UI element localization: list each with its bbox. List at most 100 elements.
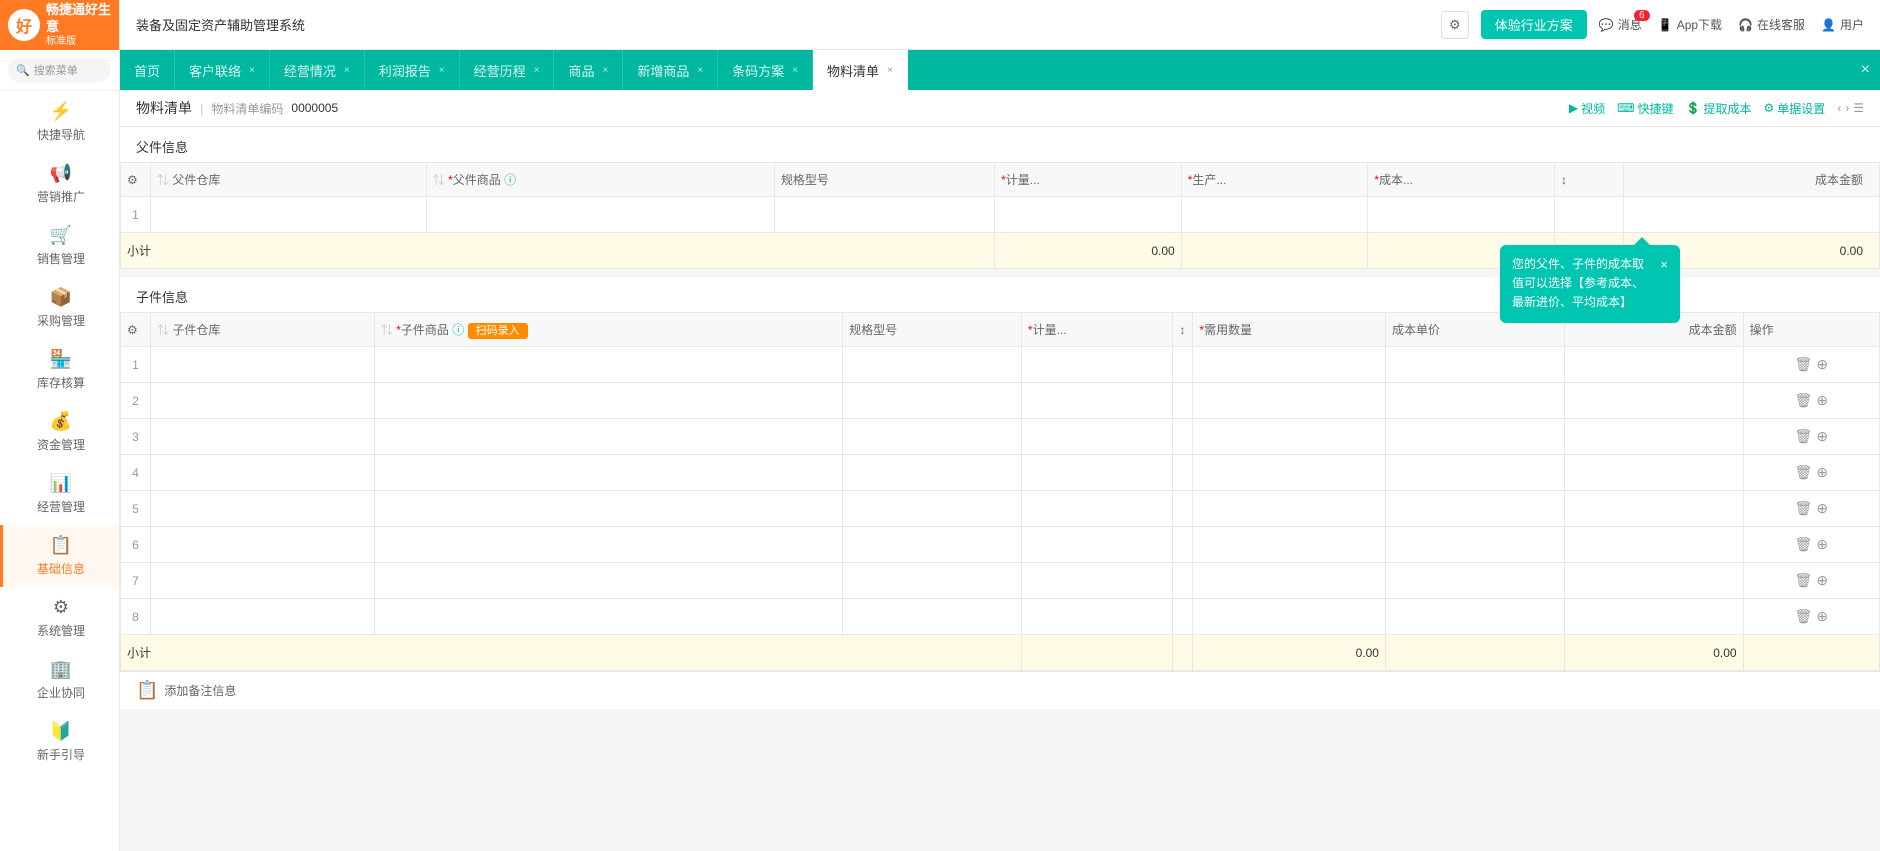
- close-all-tabs[interactable]: ×: [1851, 61, 1880, 79]
- child-product-1[interactable]: [374, 347, 842, 383]
- child-spec-2[interactable]: [843, 383, 1022, 419]
- sidebar-item-enterprise[interactable]: 🏢 企业协同: [0, 649, 119, 711]
- child-unit-6[interactable]: [1021, 527, 1172, 563]
- tab-profit[interactable]: 利润报告 ×: [365, 50, 460, 90]
- child-spec-7[interactable]: [843, 563, 1022, 599]
- tab-customers-close[interactable]: ×: [249, 65, 255, 76]
- tab-bom-close[interactable]: ×: [887, 65, 893, 76]
- child-unit-price-2[interactable]: [1385, 383, 1564, 419]
- child-unit-price-6[interactable]: [1385, 527, 1564, 563]
- cost-action[interactable]: 💲 提取成本: [1685, 100, 1751, 117]
- tab-operation[interactable]: 经营情况 ×: [270, 50, 365, 90]
- tab-history[interactable]: 经营历程 ×: [460, 50, 555, 90]
- online-service-action[interactable]: 🎧 在线客服: [1738, 16, 1805, 33]
- child-unit-2[interactable]: [1021, 383, 1172, 419]
- child-unit-price-5[interactable]: [1385, 491, 1564, 527]
- sidebar-item-system[interactable]: ⚙ 系统管理: [0, 587, 119, 649]
- tab-goods[interactable]: 商品 ×: [554, 50, 623, 90]
- child-spec-1[interactable]: [843, 347, 1022, 383]
- child-unit-8[interactable]: [1021, 599, 1172, 635]
- parent-product-1[interactable]: [426, 197, 774, 233]
- delete-icon-3[interactable]: 🗑: [1795, 428, 1813, 445]
- tab-goods-close[interactable]: ×: [602, 65, 608, 76]
- parent-production-1[interactable]: [1181, 197, 1368, 233]
- child-warehouse-5[interactable]: [151, 491, 375, 527]
- child-product-7[interactable]: [374, 563, 842, 599]
- parent-warehouse-1[interactable]: [151, 197, 427, 233]
- child-unit-1[interactable]: [1021, 347, 1172, 383]
- child-quantity-7[interactable]: [1193, 563, 1386, 599]
- sidebar-item-marketing[interactable]: 📢 营销推广: [0, 153, 119, 215]
- sidebar-item-sales[interactable]: 🛒 销售管理: [0, 215, 119, 277]
- copy-icon-8[interactable]: ⊕: [1816, 608, 1828, 625]
- sidebar-search-area[interactable]: 🔍 搜索菜单: [0, 50, 119, 91]
- child-product-3[interactable]: [374, 419, 842, 455]
- child-th-settings[interactable]: ⚙: [121, 313, 151, 347]
- child-warehouse-1[interactable]: [151, 347, 375, 383]
- delete-icon-6[interactable]: 🗑: [1795, 536, 1813, 553]
- copy-icon-7[interactable]: ⊕: [1816, 572, 1828, 589]
- child-product-5[interactable]: [374, 491, 842, 527]
- sidebar-item-quick-nav[interactable]: ⚡ 快捷导航: [0, 91, 119, 153]
- sidebar-item-basic[interactable]: 📋 基础信息: [0, 525, 119, 587]
- menu-icon[interactable]: ☰: [1853, 101, 1864, 115]
- copy-icon-6[interactable]: ⊕: [1816, 536, 1828, 553]
- delete-icon-2[interactable]: 🗑: [1795, 392, 1813, 409]
- tab-customers[interactable]: 客户联络 ×: [175, 50, 270, 90]
- message-action[interactable]: 💬 6 消息: [1599, 16, 1642, 33]
- tab-new-goods[interactable]: 新增商品 ×: [623, 50, 718, 90]
- child-unit-price-8[interactable]: [1385, 599, 1564, 635]
- child-unit-4[interactable]: [1021, 455, 1172, 491]
- child-unit-price-4[interactable]: [1385, 455, 1564, 491]
- copy-icon-4[interactable]: ⊕: [1816, 464, 1828, 481]
- copy-icon-1[interactable]: ⊕: [1816, 356, 1828, 373]
- copy-icon-2[interactable]: ⊕: [1816, 392, 1828, 409]
- tab-new-goods-close[interactable]: ×: [697, 65, 703, 76]
- child-product-6[interactable]: [374, 527, 842, 563]
- child-spec-4[interactable]: [843, 455, 1022, 491]
- scan-button[interactable]: 扫码录入: [468, 323, 528, 339]
- tooltip-close-button[interactable]: ×: [1660, 255, 1668, 276]
- app-download-action[interactable]: 📱 App下载: [1658, 16, 1722, 33]
- sidebar-item-guide[interactable]: 🔰 新手引导: [0, 711, 119, 773]
- prev-page-button[interactable]: ‹: [1837, 101, 1841, 115]
- child-unit-7[interactable]: [1021, 563, 1172, 599]
- video-action[interactable]: ▶ 视频: [1569, 100, 1605, 117]
- tab-history-close[interactable]: ×: [534, 65, 540, 76]
- child-quantity-8[interactable]: [1193, 599, 1386, 635]
- tab-bom[interactable]: 物料清单 ×: [813, 50, 908, 90]
- child-unit-price-1[interactable]: [1385, 347, 1564, 383]
- child-product-8[interactable]: [374, 599, 842, 635]
- delete-icon-1[interactable]: 🗑: [1795, 356, 1813, 373]
- child-product-2[interactable]: [374, 383, 842, 419]
- delete-icon-4[interactable]: 🗑: [1795, 464, 1813, 481]
- child-quantity-2[interactable]: [1193, 383, 1386, 419]
- child-quantity-4[interactable]: [1193, 455, 1386, 491]
- shortcut-action[interactable]: ⌨ 快捷键: [1617, 100, 1673, 117]
- delete-icon-8[interactable]: 🗑: [1795, 608, 1813, 625]
- child-spec-3[interactable]: [843, 419, 1022, 455]
- child-warehouse-4[interactable]: [151, 455, 375, 491]
- sidebar-item-finance[interactable]: 💰 资金管理: [0, 401, 119, 463]
- copy-icon-5[interactable]: ⊕: [1816, 500, 1828, 517]
- child-unit-3[interactable]: [1021, 419, 1172, 455]
- sidebar-item-inventory[interactable]: 🏪 库存核算: [0, 339, 119, 401]
- parent-cost-1[interactable]: [1368, 197, 1555, 233]
- next-page-button[interactable]: ›: [1845, 101, 1849, 115]
- child-unit-price-7[interactable]: [1385, 563, 1564, 599]
- tab-home[interactable]: 首页: [120, 50, 175, 90]
- child-quantity-1[interactable]: [1193, 347, 1386, 383]
- setting-action[interactable]: ⚙ 单据设置: [1763, 100, 1825, 117]
- child-quantity-6[interactable]: [1193, 527, 1386, 563]
- sidebar-item-purchase[interactable]: 📦 采购管理: [0, 277, 119, 339]
- tab-barcode-close[interactable]: ×: [792, 65, 798, 76]
- parent-spec-1[interactable]: [774, 197, 994, 233]
- child-unit-price-3[interactable]: [1385, 419, 1564, 455]
- tab-operation-close[interactable]: ×: [344, 65, 350, 76]
- parent-th-settings[interactable]: ⚙: [121, 163, 151, 197]
- topbar-gear-button[interactable]: ⚙: [1441, 11, 1469, 39]
- child-warehouse-7[interactable]: [151, 563, 375, 599]
- bottom-bar[interactable]: 📋 添加备注信息: [120, 671, 1880, 709]
- parent-unit-1[interactable]: [995, 197, 1182, 233]
- delete-icon-5[interactable]: 🗑: [1795, 500, 1813, 517]
